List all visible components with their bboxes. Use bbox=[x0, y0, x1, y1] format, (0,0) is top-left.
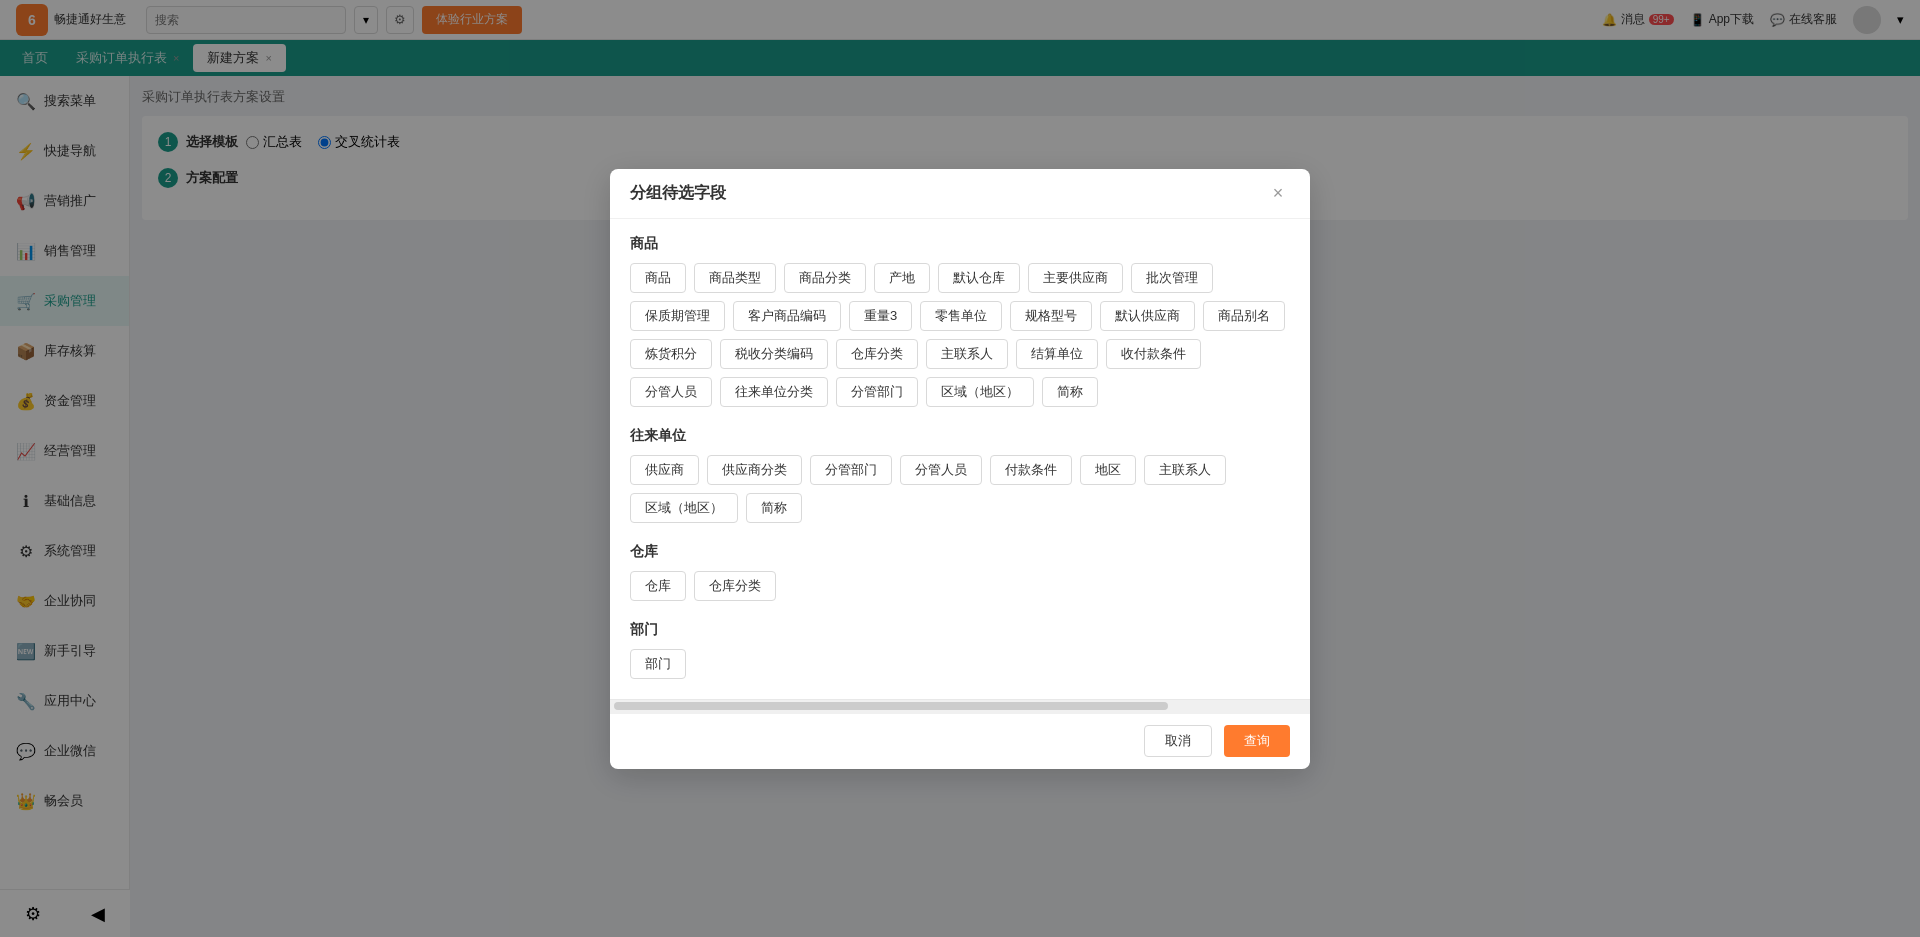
field-group-3: 部门 部门 bbox=[630, 621, 1290, 679]
modal-title: 分组待选字段 bbox=[630, 183, 726, 204]
field-tag[interactable]: 简称 bbox=[1042, 377, 1098, 407]
field-tag[interactable]: 结算单位 bbox=[1016, 339, 1098, 369]
field-group-title-0: 商品 bbox=[630, 235, 1290, 253]
field-tag[interactable]: 往来单位分类 bbox=[720, 377, 828, 407]
field-tag[interactable]: 商品 bbox=[630, 263, 686, 293]
field-tag[interactable]: 商品类型 bbox=[694, 263, 776, 293]
field-tags-3: 部门 bbox=[630, 649, 1290, 679]
field-tags-0: 商品 商品类型 商品分类 产地 默认仓库 主要供应商 批次管理 保质期管理 客户… bbox=[630, 263, 1290, 407]
modal-header: 分组待选字段 × bbox=[610, 169, 1310, 219]
field-group-0: 商品 商品 商品类型 商品分类 产地 默认仓库 主要供应商 批次管理 保质期管理… bbox=[630, 235, 1290, 407]
modal-close-button[interactable]: × bbox=[1266, 181, 1290, 205]
field-tag[interactable]: 默认仓库 bbox=[938, 263, 1020, 293]
field-tag[interactable]: 默认供应商 bbox=[1100, 301, 1195, 331]
field-tag[interactable]: 供应商 bbox=[630, 455, 699, 485]
field-tag[interactable]: 区域（地区） bbox=[630, 493, 738, 523]
field-tag[interactable]: 规格型号 bbox=[1010, 301, 1092, 331]
field-tag[interactable]: 主联系人 bbox=[1144, 455, 1226, 485]
field-tag[interactable]: 分管人员 bbox=[900, 455, 982, 485]
field-tag[interactable]: 供应商分类 bbox=[707, 455, 802, 485]
modal-body: 商品 商品 商品类型 商品分类 产地 默认仓库 主要供应商 批次管理 保质期管理… bbox=[610, 219, 1310, 699]
field-tag[interactable]: 重量3 bbox=[849, 301, 912, 331]
field-tag[interactable]: 仓库分类 bbox=[694, 571, 776, 601]
modal-horizontal-scrollbar[interactable] bbox=[610, 699, 1310, 713]
field-tag[interactable]: 主联系人 bbox=[926, 339, 1008, 369]
field-group-title-2: 仓库 bbox=[630, 543, 1290, 561]
field-tag[interactable]: 税收分类编码 bbox=[720, 339, 828, 369]
field-tag[interactable]: 简称 bbox=[746, 493, 802, 523]
field-tag[interactable]: 产地 bbox=[874, 263, 930, 293]
field-tag[interactable]: 付款条件 bbox=[990, 455, 1072, 485]
modal-dialog: 分组待选字段 × 商品 商品 商品类型 商品分类 产地 默认仓库 主要供应商 批… bbox=[610, 169, 1310, 769]
field-tag[interactable]: 批次管理 bbox=[1131, 263, 1213, 293]
field-tag[interactable]: 保质期管理 bbox=[630, 301, 725, 331]
field-group-title-1: 往来单位 bbox=[630, 427, 1290, 445]
field-tag[interactable]: 商品分类 bbox=[784, 263, 866, 293]
field-tag[interactable]: 仓库 bbox=[630, 571, 686, 601]
field-tag[interactable]: 客户商品编码 bbox=[733, 301, 841, 331]
field-tag[interactable]: 商品别名 bbox=[1203, 301, 1285, 331]
field-tag[interactable]: 部门 bbox=[630, 649, 686, 679]
field-group-2: 仓库 仓库 仓库分类 bbox=[630, 543, 1290, 601]
field-tags-2: 仓库 仓库分类 bbox=[630, 571, 1290, 601]
confirm-button[interactable]: 查询 bbox=[1224, 725, 1290, 757]
field-tag[interactable]: 分管部门 bbox=[810, 455, 892, 485]
field-tag[interactable]: 收付款条件 bbox=[1106, 339, 1201, 369]
field-tag[interactable]: 地区 bbox=[1080, 455, 1136, 485]
field-tag[interactable]: 区域（地区） bbox=[926, 377, 1034, 407]
field-tag[interactable]: 仓库分类 bbox=[836, 339, 918, 369]
field-tag[interactable]: 主要供应商 bbox=[1028, 263, 1123, 293]
modal-hscroll-thumb[interactable] bbox=[614, 702, 1168, 710]
modal-overlay: 分组待选字段 × 商品 商品 商品类型 商品分类 产地 默认仓库 主要供应商 批… bbox=[0, 0, 1920, 937]
field-tag[interactable]: 零售单位 bbox=[920, 301, 1002, 331]
field-tag[interactable]: 炼货积分 bbox=[630, 339, 712, 369]
field-group-1: 往来单位 供应商 供应商分类 分管部门 分管人员 付款条件 地区 主联系人 区域… bbox=[630, 427, 1290, 523]
field-tags-1: 供应商 供应商分类 分管部门 分管人员 付款条件 地区 主联系人 区域（地区） … bbox=[630, 455, 1290, 523]
field-group-title-3: 部门 bbox=[630, 621, 1290, 639]
cancel-button[interactable]: 取消 bbox=[1144, 725, 1212, 757]
modal-footer: 取消 查询 bbox=[610, 713, 1310, 769]
field-tag[interactable]: 分管部门 bbox=[836, 377, 918, 407]
field-tag[interactable]: 分管人员 bbox=[630, 377, 712, 407]
